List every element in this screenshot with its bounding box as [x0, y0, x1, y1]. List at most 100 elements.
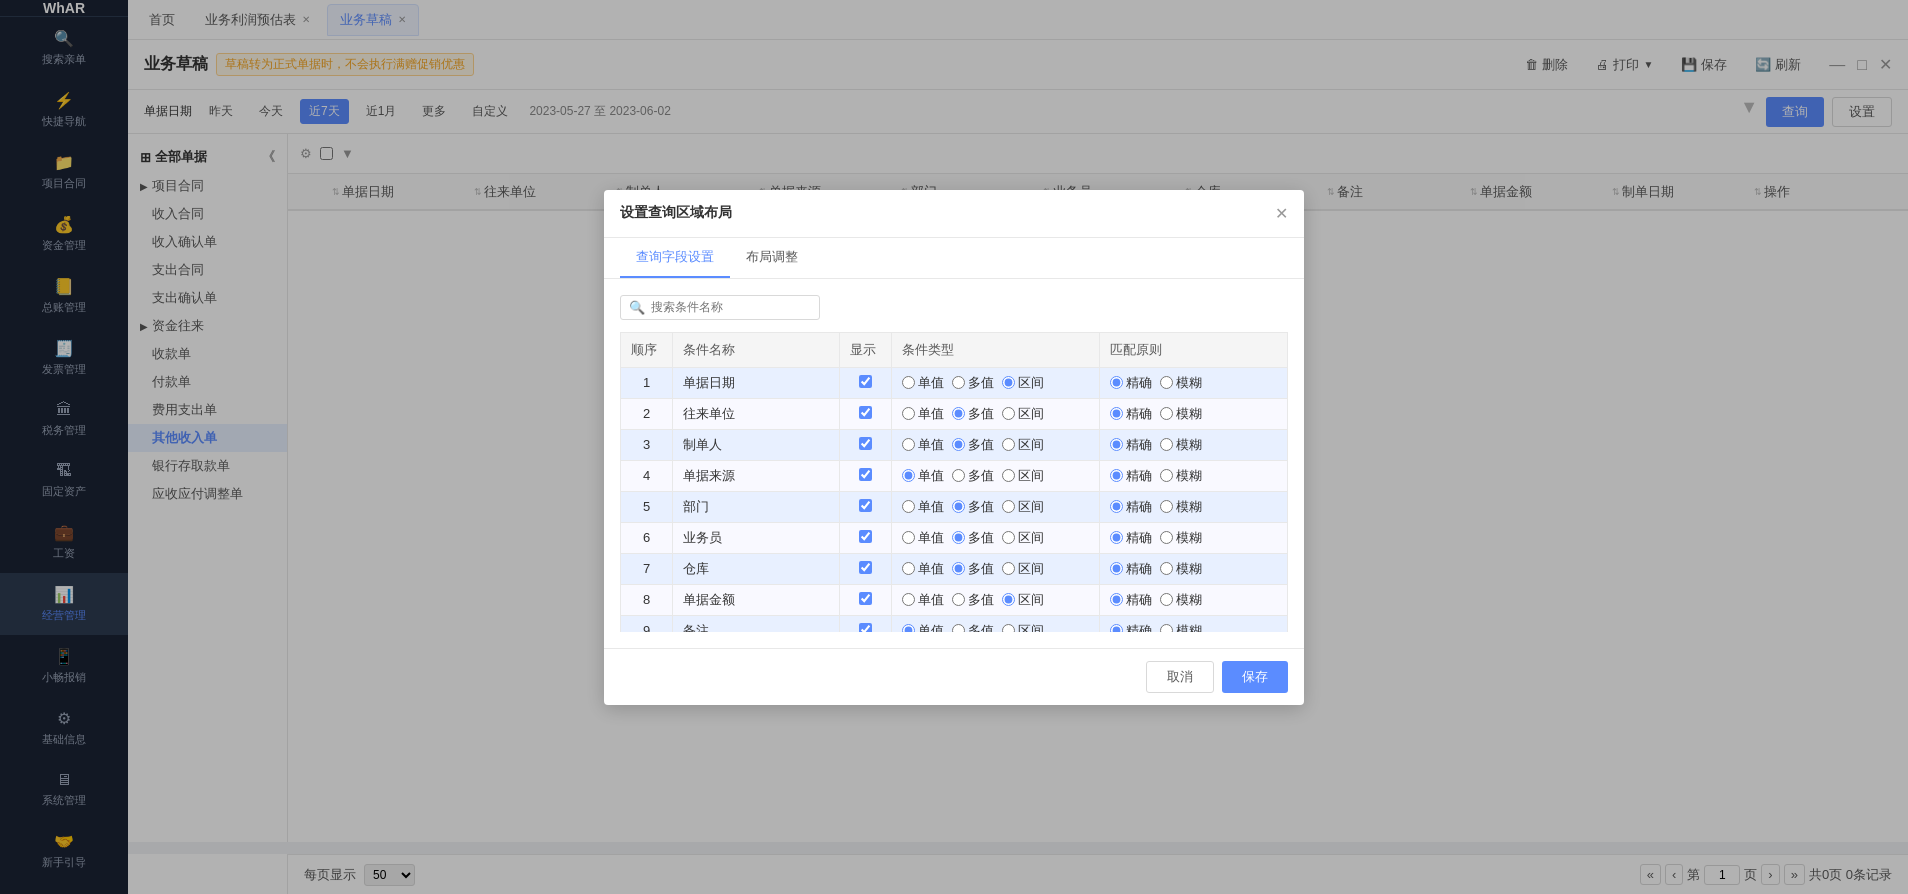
match-radio-8-0[interactable] [1110, 624, 1123, 632]
show-checkbox-7[interactable] [859, 592, 872, 605]
type-option-0-0[interactable]: 单值 [902, 374, 944, 392]
type-radio-8-0[interactable] [902, 624, 915, 632]
type-radio-6-2[interactable] [1002, 562, 1015, 575]
type-radio-0-0[interactable] [902, 376, 915, 389]
type-option-2-2[interactable]: 区间 [1002, 436, 1044, 454]
match-option-7-1[interactable]: 模糊 [1160, 591, 1202, 609]
type-radio-1-2[interactable] [1002, 407, 1015, 420]
type-radio-2-0[interactable] [902, 438, 915, 451]
match-option-6-0[interactable]: 精确 [1110, 560, 1152, 578]
match-radio-0-1[interactable] [1160, 376, 1173, 389]
type-option-8-2[interactable]: 区间 [1002, 622, 1044, 632]
match-radio-1-0[interactable] [1110, 407, 1123, 420]
show-checkbox-8[interactable] [859, 623, 872, 632]
match-option-7-0[interactable]: 精确 [1110, 591, 1152, 609]
type-option-6-1[interactable]: 多值 [952, 560, 994, 578]
match-radio-3-0[interactable] [1110, 469, 1123, 482]
type-radio-1-0[interactable] [902, 407, 915, 420]
type-radio-4-0[interactable] [902, 500, 915, 513]
match-radio-2-0[interactable] [1110, 438, 1123, 451]
match-option-8-0[interactable]: 精确 [1110, 622, 1152, 632]
type-radio-7-2[interactable] [1002, 593, 1015, 606]
type-option-3-2[interactable]: 区间 [1002, 467, 1044, 485]
tab-layout[interactable]: 布局调整 [730, 238, 814, 278]
match-radio-6-1[interactable] [1160, 562, 1173, 575]
type-radio-6-0[interactable] [902, 562, 915, 575]
match-option-2-1[interactable]: 模糊 [1160, 436, 1202, 454]
type-radio-2-1[interactable] [952, 438, 965, 451]
match-radio-5-0[interactable] [1110, 531, 1123, 544]
type-option-7-1[interactable]: 多值 [952, 591, 994, 609]
match-radio-1-1[interactable] [1160, 407, 1173, 420]
match-radio-4-1[interactable] [1160, 500, 1173, 513]
type-radio-6-1[interactable] [952, 562, 965, 575]
type-option-8-1[interactable]: 多值 [952, 622, 994, 632]
type-option-7-2[interactable]: 区间 [1002, 591, 1044, 609]
show-checkbox-5[interactable] [859, 530, 872, 543]
show-checkbox-4[interactable] [859, 499, 872, 512]
condition-search-input[interactable] [651, 300, 801, 314]
match-option-4-0[interactable]: 精确 [1110, 498, 1152, 516]
type-option-5-1[interactable]: 多值 [952, 529, 994, 547]
type-radio-5-0[interactable] [902, 531, 915, 544]
match-radio-0-0[interactable] [1110, 376, 1123, 389]
type-option-1-0[interactable]: 单值 [902, 405, 944, 423]
match-radio-7-0[interactable] [1110, 593, 1123, 606]
modal-scroll-area[interactable]: 顺序 条件名称 显示 条件类型 匹配原则 1单据日期单值多值区间精确模糊2往来单… [620, 332, 1288, 632]
type-option-4-0[interactable]: 单值 [902, 498, 944, 516]
type-radio-5-2[interactable] [1002, 531, 1015, 544]
type-option-2-1[interactable]: 多值 [952, 436, 994, 454]
type-option-4-1[interactable]: 多值 [952, 498, 994, 516]
type-radio-3-2[interactable] [1002, 469, 1015, 482]
match-radio-4-0[interactable] [1110, 500, 1123, 513]
match-option-5-0[interactable]: 精确 [1110, 529, 1152, 547]
show-checkbox-0[interactable] [859, 375, 872, 388]
type-option-2-0[interactable]: 单值 [902, 436, 944, 454]
type-radio-8-1[interactable] [952, 624, 965, 632]
show-checkbox-6[interactable] [859, 561, 872, 574]
type-option-0-1[interactable]: 多值 [952, 374, 994, 392]
type-radio-3-0[interactable] [902, 469, 915, 482]
show-checkbox-2[interactable] [859, 437, 872, 450]
type-option-1-1[interactable]: 多值 [952, 405, 994, 423]
match-option-6-1[interactable]: 模糊 [1160, 560, 1202, 578]
type-option-3-1[interactable]: 多值 [952, 467, 994, 485]
match-option-1-1[interactable]: 模糊 [1160, 405, 1202, 423]
match-radio-6-0[interactable] [1110, 562, 1123, 575]
type-radio-3-1[interactable] [952, 469, 965, 482]
modal-close-icon[interactable]: ✕ [1275, 204, 1288, 223]
match-radio-5-1[interactable] [1160, 531, 1173, 544]
type-radio-2-2[interactable] [1002, 438, 1015, 451]
match-option-0-0[interactable]: 精确 [1110, 374, 1152, 392]
type-radio-4-1[interactable] [952, 500, 965, 513]
match-option-5-1[interactable]: 模糊 [1160, 529, 1202, 547]
type-option-7-0[interactable]: 单值 [902, 591, 944, 609]
type-option-6-2[interactable]: 区间 [1002, 560, 1044, 578]
type-option-4-2[interactable]: 区间 [1002, 498, 1044, 516]
show-checkbox-1[interactable] [859, 406, 872, 419]
match-radio-3-1[interactable] [1160, 469, 1173, 482]
match-option-3-1[interactable]: 模糊 [1160, 467, 1202, 485]
type-option-3-0[interactable]: 单值 [902, 467, 944, 485]
type-radio-4-2[interactable] [1002, 500, 1015, 513]
type-radio-7-0[interactable] [902, 593, 915, 606]
type-option-8-0[interactable]: 单值 [902, 622, 944, 632]
type-radio-7-1[interactable] [952, 593, 965, 606]
save-confirm-button[interactable]: 保存 [1222, 661, 1288, 693]
cancel-button[interactable]: 取消 [1146, 661, 1214, 693]
type-option-6-0[interactable]: 单值 [902, 560, 944, 578]
match-option-8-1[interactable]: 模糊 [1160, 622, 1202, 632]
match-option-0-1[interactable]: 模糊 [1160, 374, 1202, 392]
type-radio-0-1[interactable] [952, 376, 965, 389]
type-radio-1-1[interactable] [952, 407, 965, 420]
show-checkbox-3[interactable] [859, 468, 872, 481]
type-radio-5-1[interactable] [952, 531, 965, 544]
match-option-1-0[interactable]: 精确 [1110, 405, 1152, 423]
tab-query-fields[interactable]: 查询字段设置 [620, 238, 730, 278]
type-option-1-2[interactable]: 区间 [1002, 405, 1044, 423]
match-radio-7-1[interactable] [1160, 593, 1173, 606]
type-radio-0-2[interactable] [1002, 376, 1015, 389]
type-radio-8-2[interactable] [1002, 624, 1015, 632]
type-option-0-2[interactable]: 区间 [1002, 374, 1044, 392]
type-option-5-0[interactable]: 单值 [902, 529, 944, 547]
